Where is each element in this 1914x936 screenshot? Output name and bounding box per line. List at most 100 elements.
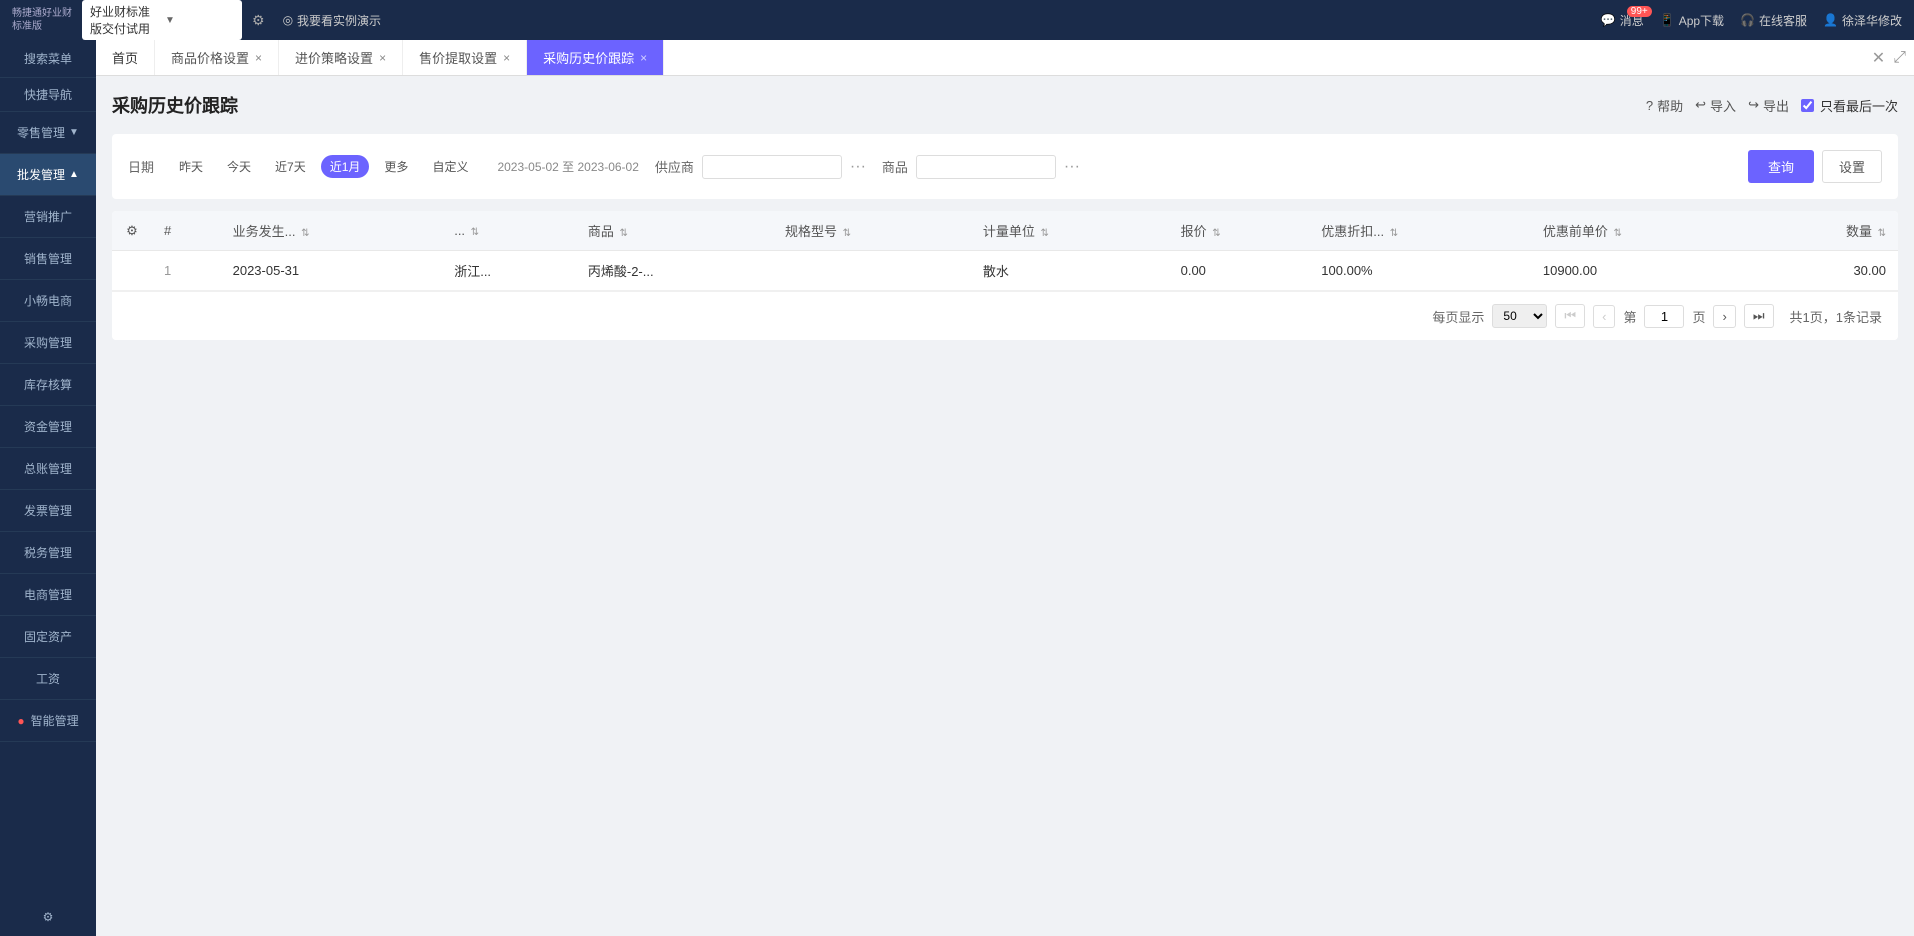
date-filter-label: 日期 xyxy=(128,157,154,176)
sidebar-item-ledger[interactable]: 总账管理 xyxy=(0,448,96,490)
sidebar-item-label: 智能管理 xyxy=(31,712,79,729)
sort-icon: ⇅ xyxy=(1040,228,1048,239)
chevron-down-icon: ▼ xyxy=(165,15,234,26)
question-icon: ? xyxy=(1646,98,1653,113)
tab-home[interactable]: 首页 xyxy=(96,40,155,75)
date-btn-7days[interactable]: 近7天 xyxy=(266,155,315,178)
content-area: 首页 商品价格设置 × 进价策略设置 × 售价提取设置 × 采购历史价跟踪 × … xyxy=(96,40,1914,936)
last-only-checkbox[interactable] xyxy=(1801,99,1814,112)
goods-input[interactable] xyxy=(916,155,1056,179)
topbar-gear-icon[interactable]: ⚙ xyxy=(252,12,265,29)
cell-num: 1 xyxy=(152,251,221,291)
column-spec[interactable]: 规格型号 ⇅ xyxy=(773,211,971,251)
date-btn-yesterday[interactable]: 昨天 xyxy=(170,155,212,178)
sidebar-item-marketing[interactable]: 营销推广 xyxy=(0,196,96,238)
date-range-display: 2023-05-02 至 2023-06-02 xyxy=(497,158,638,175)
headset-icon: 🎧 xyxy=(1740,13,1755,27)
sidebar-item-ecommerce-small[interactable]: 小畅电商 xyxy=(0,280,96,322)
sidebar-item-invoice[interactable]: 发票管理 xyxy=(0,490,96,532)
page-content: 采购历史价跟踪 ? 帮助 ↩ 导入 ↪ 导出 xyxy=(96,76,1914,936)
sidebar-item-tax[interactable]: 税务管理 xyxy=(0,532,96,574)
column-goods[interactable]: 商品 ⇅ xyxy=(576,211,773,251)
date-btn-custom[interactable]: 自定义 xyxy=(423,155,477,178)
import-link[interactable]: ↩ 导入 xyxy=(1695,96,1736,115)
tab-purchase-strategy[interactable]: 进价策略设置 × xyxy=(279,40,403,75)
version-selector[interactable]: 好业财标准版交付试用 ▼ xyxy=(82,0,242,40)
table-container: ⚙ # 业务发生... ⇅ ... ⇅ 商品 xyxy=(112,211,1898,340)
pagination-prev-button[interactable]: ‹ xyxy=(1593,305,1615,328)
date-btn-1month[interactable]: 近1月 xyxy=(321,155,370,178)
user-menu[interactable]: 👤 徐泽华修改 xyxy=(1823,12,1902,29)
sidebar-item-purchase[interactable]: 采购管理 xyxy=(0,322,96,364)
column-date[interactable]: 业务发生... ⇅ xyxy=(221,211,443,251)
online-service-button[interactable]: 🎧 在线客服 xyxy=(1740,12,1807,29)
sort-icon: ⇅ xyxy=(843,228,851,239)
sidebar-item-intelligent[interactable]: ● 智能管理 xyxy=(0,700,96,742)
close-icon[interactable]: × xyxy=(640,51,647,65)
page-input[interactable] xyxy=(1644,305,1684,328)
sort-icon: ⇅ xyxy=(471,227,479,238)
tab-selling-price[interactable]: 售价提取设置 × xyxy=(403,40,527,75)
help-link[interactable]: ? 帮助 xyxy=(1646,96,1683,115)
messages-button[interactable]: 💬 消息 99+ xyxy=(1601,12,1644,29)
column-num: # xyxy=(152,211,221,251)
messages-badge: 99+ xyxy=(1627,6,1652,17)
pagination-next-button[interactable]: › xyxy=(1713,305,1735,328)
sort-icon: ⇅ xyxy=(301,228,309,239)
tab-label: 进价策略设置 xyxy=(295,48,373,67)
column-quoted-price[interactable]: 报价 ⇅ xyxy=(1169,211,1310,251)
settings-button[interactable]: 设置 xyxy=(1822,150,1882,183)
sidebar-item-label: 库存核算 xyxy=(24,376,72,393)
column-more[interactable]: ... ⇅ xyxy=(442,211,576,251)
sidebar-item-sales[interactable]: 销售管理 xyxy=(0,238,96,280)
close-icon[interactable]: × xyxy=(379,51,386,65)
topbar-right: 💬 消息 99+ 📱 App下载 🎧 在线客服 👤 徐泽华修改 xyxy=(1601,12,1902,29)
close-icon[interactable]: × xyxy=(503,51,510,65)
column-unit[interactable]: 计量单位 ⇅ xyxy=(971,211,1169,251)
sidebar-item-label: 电商管理 xyxy=(24,586,72,603)
supplier-dots[interactable]: ··· xyxy=(850,158,866,176)
sidebar-item-label: 营销推广 xyxy=(24,208,72,225)
export-link[interactable]: ↪ 导出 xyxy=(1748,96,1789,115)
tab-close-button[interactable]: ✕ xyxy=(1872,48,1885,68)
cell-unit: 散水 xyxy=(971,251,1169,291)
sidebar-quicknav[interactable]: 快捷导航 xyxy=(0,78,96,112)
app-download-button[interactable]: 📱 App下载 xyxy=(1660,12,1724,29)
sidebar-item-retail[interactable]: 零售管理 ▼ xyxy=(0,112,96,154)
sidebar-search[interactable]: 搜索菜单 xyxy=(0,40,96,78)
chevron-up-icon: ▲ xyxy=(69,169,79,180)
sidebar-item-wholesale[interactable]: 批发管理 ▲ xyxy=(0,154,96,196)
sidebar-item-label: 资金管理 xyxy=(24,418,72,435)
dot-icon: ● xyxy=(17,714,24,728)
sidebar-item-finance[interactable]: 资金管理 xyxy=(0,406,96,448)
per-page-select[interactable]: 50 100 200 xyxy=(1492,304,1547,328)
sidebar-item-fixed-assets[interactable]: 固定资产 xyxy=(0,616,96,658)
tab-label: 商品价格设置 xyxy=(171,48,249,67)
close-icon[interactable]: × xyxy=(255,51,262,65)
sidebar-item-label: 总账管理 xyxy=(24,460,72,477)
sidebar-item-inventory[interactable]: 库存核算 xyxy=(0,364,96,406)
tab-purchase-history[interactable]: 采购历史价跟踪 × xyxy=(527,40,664,75)
date-btn-today[interactable]: 今天 xyxy=(218,155,260,178)
sidebar-settings[interactable]: ⚙ xyxy=(0,898,96,936)
pagination-first-button[interactable]: ⏮ xyxy=(1555,304,1585,328)
column-undiscounted-price[interactable]: 优惠前单价 ⇅ xyxy=(1531,211,1757,251)
column-gear[interactable]: ⚙ xyxy=(112,211,152,251)
pagination-last-button[interactable]: ⏭ xyxy=(1744,304,1774,328)
date-btn-more[interactable]: 更多 xyxy=(375,155,417,178)
settings-icon: ⚙ xyxy=(43,910,54,924)
demo-link[interactable]: ◎ 我要看实例演示 xyxy=(283,12,382,29)
column-quantity[interactable]: 数量 ⇅ xyxy=(1757,211,1898,251)
tabbar-end: ✕ ⤢ xyxy=(1864,40,1914,75)
column-discount[interactable]: 优惠折扣... ⇅ xyxy=(1309,211,1531,251)
last-only-checkbox-label[interactable]: 只看最后一次 xyxy=(1801,96,1898,115)
query-button[interactable]: 查询 xyxy=(1748,150,1814,183)
sidebar-item-payroll[interactable]: 工资 xyxy=(0,658,96,700)
import-icon: ↩ xyxy=(1695,97,1706,113)
tab-expand-button[interactable]: ⤢ xyxy=(1893,49,1906,67)
sidebar-item-ecommerce[interactable]: 电商管理 xyxy=(0,574,96,616)
tab-goods-price[interactable]: 商品价格设置 × xyxy=(155,40,279,75)
data-table: ⚙ # 业务发生... ⇅ ... ⇅ 商品 xyxy=(112,211,1898,291)
supplier-input[interactable] xyxy=(702,155,842,179)
goods-dots[interactable]: ··· xyxy=(1064,158,1080,176)
